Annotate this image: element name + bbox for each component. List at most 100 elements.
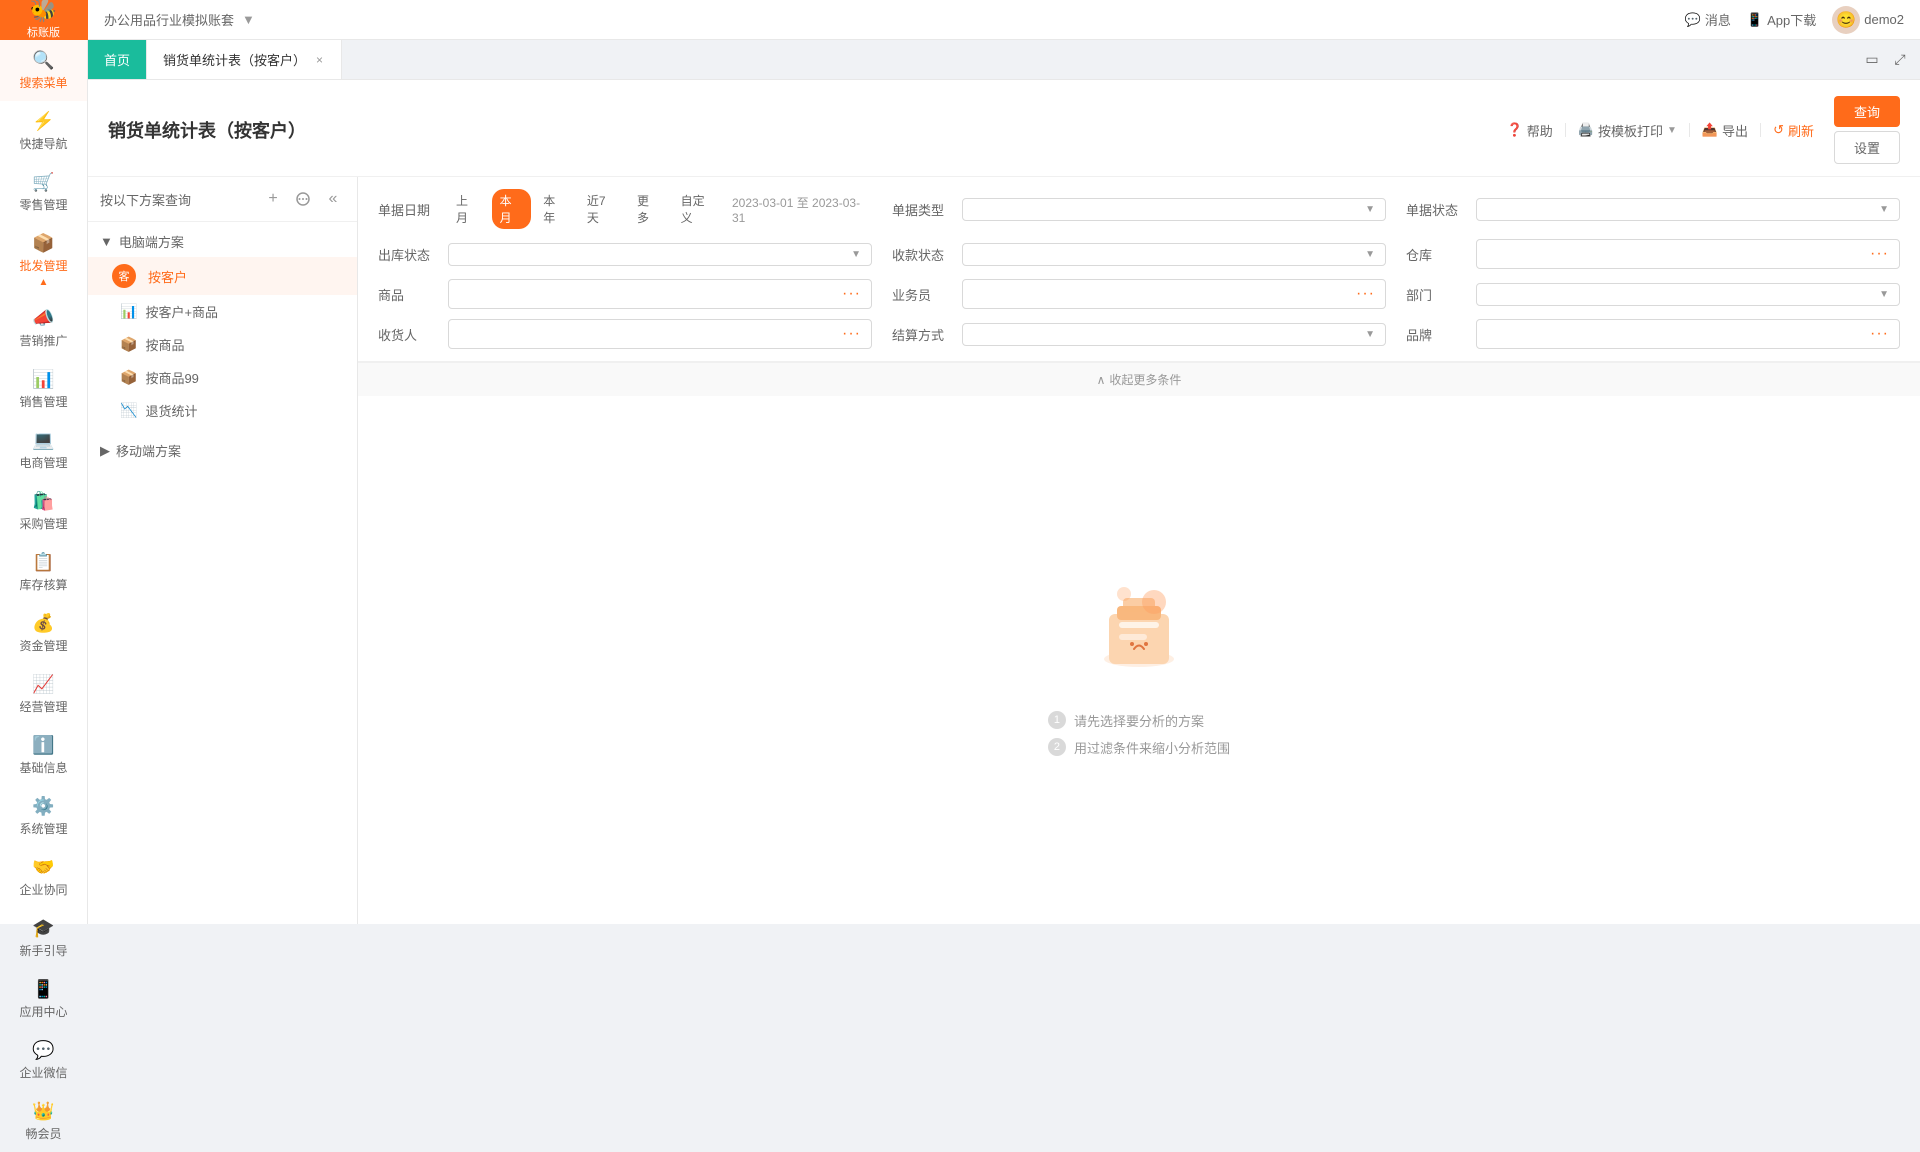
- hint-text-2: 用过滤条件来缩小分析范围: [1074, 738, 1230, 757]
- query-button[interactable]: 查询: [1834, 96, 1900, 127]
- print-button[interactable]: 🖨️ 按模板打印 ▼: [1578, 121, 1677, 140]
- payment-control: ▼: [962, 243, 1386, 266]
- date-label: 单据日期: [378, 200, 448, 219]
- flash-icon: ⚡: [32, 111, 54, 132]
- laptop-icon: 💻: [32, 430, 54, 451]
- add-scheme-button[interactable]: +: [261, 187, 285, 211]
- filter-item-settlement: 结算方式 ▼: [892, 323, 1386, 346]
- doc-status-select[interactable]: ▼: [1476, 198, 1900, 221]
- app-download-label: App下载: [1767, 10, 1816, 29]
- sidebar-item-system[interactable]: ⚙️ 系统管理: [0, 786, 87, 847]
- sidebar-label: 电商管理: [19, 454, 67, 471]
- logo-text: 标账版: [27, 24, 60, 40]
- scheme-item-by-goods[interactable]: 📦 按商品: [88, 328, 357, 361]
- department-select[interactable]: ▼: [1476, 283, 1900, 306]
- salesperson-label: 业务员: [892, 285, 962, 304]
- sidebar-item-wholesale[interactable]: 📦 批发管理 ▲: [0, 223, 87, 298]
- sidebar-item-app-center[interactable]: 📱 应用中心: [0, 969, 87, 1030]
- help-button[interactable]: ❓ 帮助: [1507, 121, 1553, 140]
- settlement-arrow-icon: ▼: [1365, 329, 1375, 340]
- sidebar-label: 快捷导航: [19, 135, 67, 152]
- app-download-button[interactable]: 📱 App下载: [1747, 10, 1816, 29]
- collapse-label: 收起更多条件: [1109, 371, 1181, 388]
- sidebar-label: 新手引导: [19, 942, 67, 959]
- scheme-label: 按客户+商品: [145, 302, 218, 321]
- sidebar-item-search-menu[interactable]: 🔍 搜索菜单: [0, 40, 87, 101]
- select-arrow-icon2: ▼: [1879, 204, 1889, 215]
- mobile-scheme-group-header[interactable]: ▶ 移动端方案: [88, 435, 357, 466]
- brand-dots[interactable]: ···: [1476, 319, 1900, 349]
- phone-icon: 📱: [32, 979, 54, 1000]
- sidebar-label: 批发管理: [19, 257, 67, 274]
- sidebar-item-enterprise[interactable]: 🤝 企业协同: [0, 847, 87, 908]
- panel-title: 按以下方案查询: [100, 190, 255, 209]
- date-tabs: 上月 本月 本年 近7天 更多 自定义: [448, 189, 724, 229]
- sidebar-item-guide[interactable]: 🎓 新手引导: [0, 908, 87, 969]
- logo-icon: 🐝: [30, 0, 57, 22]
- sidebar-item-retail[interactable]: 🛒 零售管理: [0, 162, 87, 223]
- scheme-item-by-goods-99[interactable]: 📦 按商品99: [88, 361, 357, 394]
- sidebar-item-procurement[interactable]: 🛍️ 采购管理: [0, 481, 87, 542]
- close-icon[interactable]: ×: [314, 51, 325, 69]
- scheme-label: 按商品99: [145, 368, 198, 387]
- payment-arrow-icon: ▼: [1365, 249, 1375, 260]
- customer-circle-icon: 客: [112, 264, 136, 288]
- sidebar-item-finance[interactable]: 💰 资金管理: [0, 603, 87, 664]
- tab-sales-stat[interactable]: 销货单统计表（按客户） ×: [147, 40, 342, 79]
- dropdown-icon[interactable]: ▼: [242, 12, 255, 27]
- date-tab-7days[interactable]: 近7天: [579, 189, 625, 229]
- goods-control: ···: [448, 279, 872, 309]
- settlement-select[interactable]: ▼: [962, 323, 1386, 346]
- payment-select[interactable]: ▼: [962, 243, 1386, 266]
- export-button[interactable]: 📤 导出: [1702, 121, 1748, 140]
- refresh-button[interactable]: ↺ 刷新: [1773, 121, 1814, 140]
- sidebar-item-operations[interactable]: 📈 经营管理: [0, 664, 87, 725]
- date-tab-last-month[interactable]: 上月: [448, 189, 488, 229]
- warehouse-dots[interactable]: ···: [1476, 239, 1900, 269]
- empty-hints: 1 请先选择要分析的方案 2 用过滤条件来缩小分析范围: [1048, 711, 1230, 757]
- filter-item-department: 部门 ▼: [1406, 283, 1900, 306]
- hint-text-1: 请先选择要分析的方案: [1074, 711, 1204, 730]
- filter-row-2: 出库状态 ▼ 收款状态: [378, 239, 1900, 269]
- salesperson-dots[interactable]: ···: [962, 279, 1386, 309]
- filter-item-outbound: 出库状态 ▼: [378, 243, 872, 266]
- chart-icon: 📊: [32, 369, 54, 390]
- collapse-panel-button[interactable]: «: [321, 187, 345, 211]
- salesperson-dots-icon: ···: [1356, 285, 1375, 303]
- outbound-select[interactable]: ▼: [448, 243, 872, 266]
- sidebar-item-basic-info[interactable]: ℹ️ 基础信息: [0, 725, 87, 786]
- bar-chart-icon: 📊: [120, 303, 137, 320]
- filter-item-doc-type: 单据类型 ▼: [892, 198, 1386, 221]
- date-tab-custom[interactable]: 自定义: [673, 189, 724, 229]
- recipient-dots[interactable]: ···: [448, 319, 872, 349]
- wechat-icon: 💬: [32, 1040, 54, 1061]
- goods-dots[interactable]: ···: [448, 279, 872, 309]
- sidebar-item-inventory[interactable]: 📋 库存核算: [0, 542, 87, 603]
- doc-type-select[interactable]: ▼: [962, 198, 1386, 221]
- sidebar-item-member[interactable]: 👑 畅会员: [0, 1091, 87, 1152]
- tab-minimize-button[interactable]: ▭: [1860, 48, 1884, 72]
- sidebar-label: 零售管理: [19, 196, 67, 213]
- date-tab-more[interactable]: 更多: [629, 189, 669, 229]
- select-arrow-icon: ▼: [1365, 204, 1375, 215]
- user-menu[interactable]: 😊 demo2: [1832, 6, 1904, 34]
- collapse-bar[interactable]: ∧ 收起更多条件: [358, 362, 1920, 396]
- sidebar-item-quick-nav[interactable]: ⚡ 快捷导航: [0, 101, 87, 162]
- settings-button[interactable]: 设置: [1834, 131, 1900, 164]
- pc-scheme-group-header[interactable]: ▼ 电脑端方案: [88, 226, 357, 257]
- scheme-item-customer-goods[interactable]: 📊 按客户+商品: [88, 295, 357, 328]
- sidebar-item-sales[interactable]: 📊 销售管理: [0, 359, 87, 420]
- scheme-item-by-customer[interactable]: 客 按客户: [88, 257, 357, 295]
- tab-expand-button[interactable]: ⤢: [1888, 48, 1912, 72]
- date-tab-this-month[interactable]: 本月: [492, 189, 532, 229]
- message-button[interactable]: 💬 消息: [1685, 10, 1731, 29]
- sidebar-item-wechat[interactable]: 💬 企业微信: [0, 1030, 87, 1091]
- date-tab-this-year[interactable]: 本年: [535, 189, 575, 229]
- content-header: 销货单统计表（按客户） ❓ 帮助 🖨️ 按模板打印 ▼ 📤 导出: [88, 80, 1920, 177]
- megaphone-icon: 📣: [32, 308, 54, 329]
- edit-scheme-button[interactable]: [291, 187, 315, 211]
- sidebar-item-marketing[interactable]: 📣 营销推广: [0, 298, 87, 359]
- scheme-item-return-stat[interactable]: 📉 退货统计: [88, 394, 357, 427]
- tab-home[interactable]: 首页: [88, 40, 147, 79]
- sidebar-item-ecommerce[interactable]: 💻 电商管理: [0, 420, 87, 481]
